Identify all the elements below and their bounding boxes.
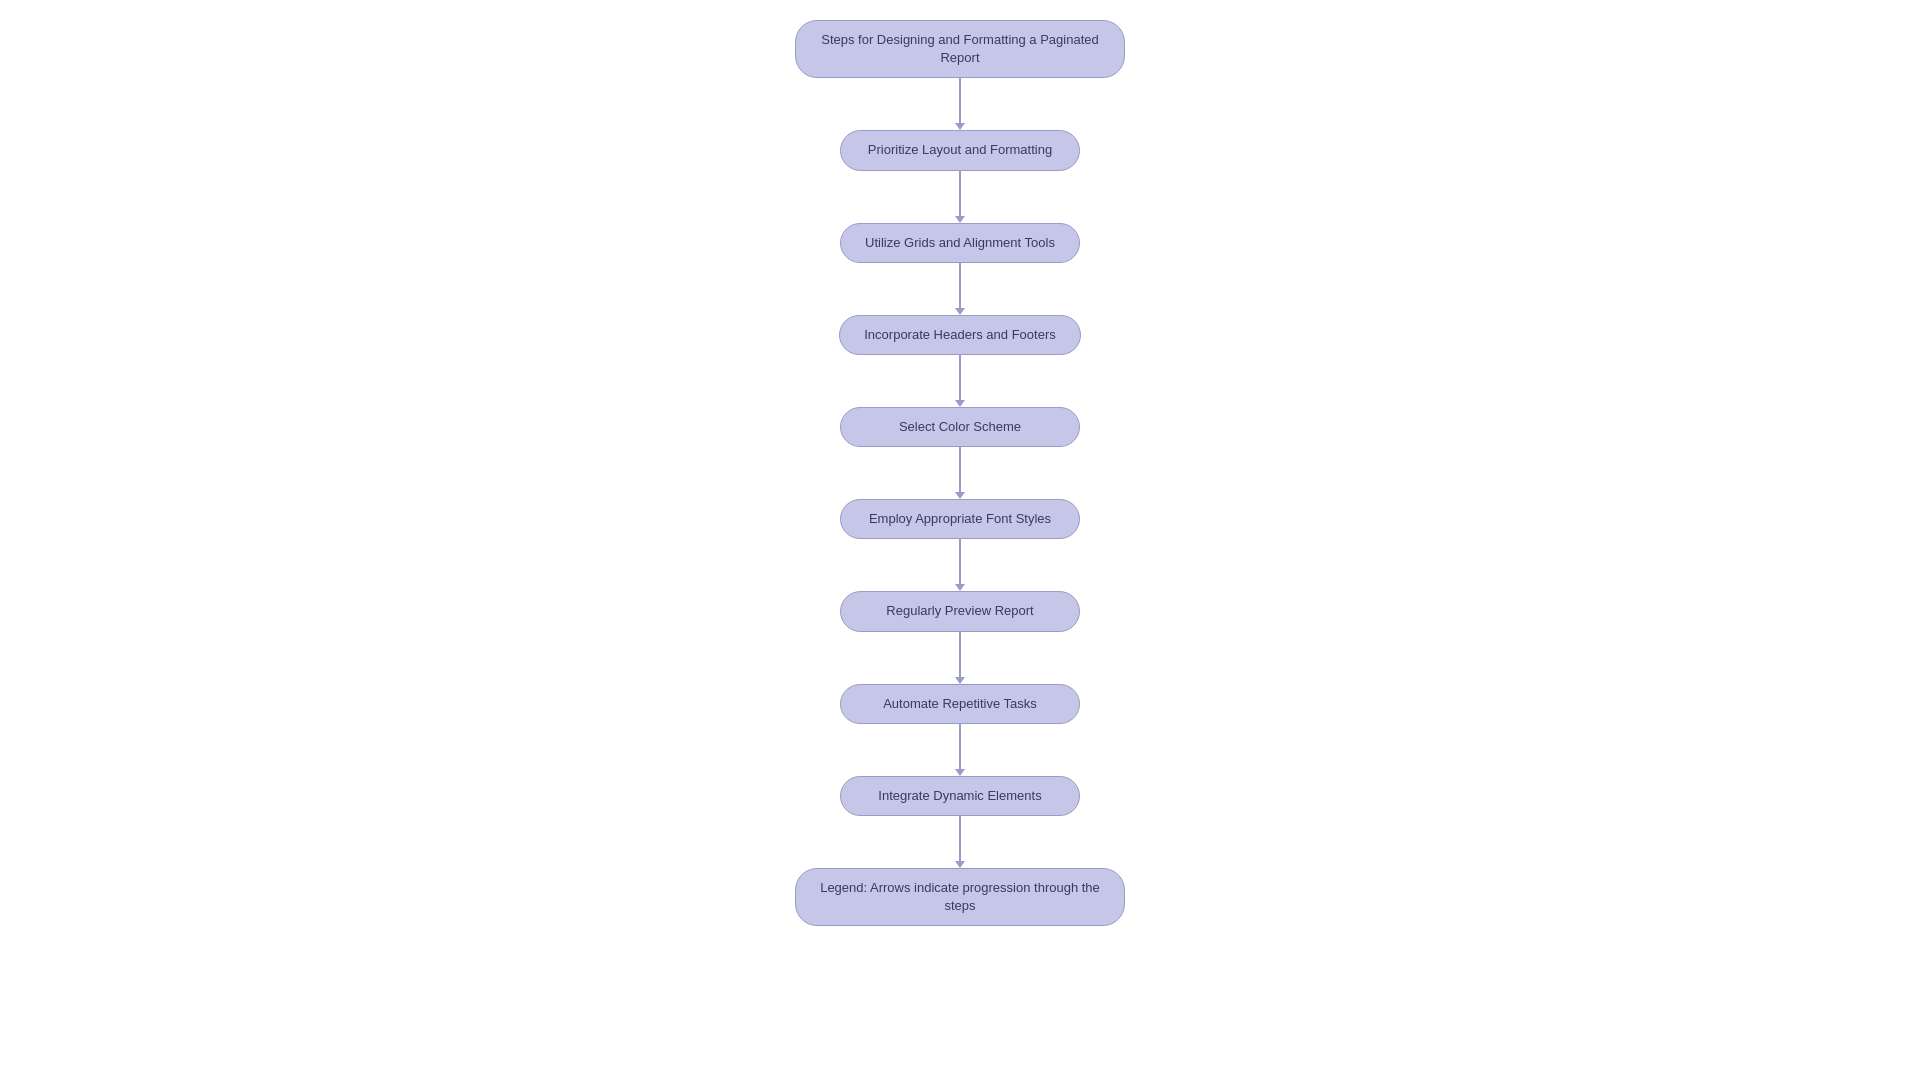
arrow-5 bbox=[955, 447, 965, 499]
node-step2-label: Utilize Grids and Alignment Tools bbox=[865, 235, 1055, 250]
node-step3: Incorporate Headers and Footers bbox=[839, 315, 1081, 355]
node-start-label: Steps for Designing and Formatting a Pag… bbox=[821, 32, 1099, 65]
node-step5: Employ Appropriate Font Styles bbox=[840, 499, 1080, 539]
node-legend-label: Legend: Arrows indicate progression thro… bbox=[820, 880, 1100, 913]
node-step3-label: Incorporate Headers and Footers bbox=[864, 327, 1056, 342]
node-step1: Prioritize Layout and Formatting bbox=[840, 130, 1080, 170]
node-step7-label: Automate Repetitive Tasks bbox=[883, 696, 1037, 711]
node-step5-label: Employ Appropriate Font Styles bbox=[869, 511, 1051, 526]
arrow-head-7 bbox=[955, 677, 965, 684]
arrow-line-5 bbox=[959, 447, 961, 492]
node-step6-label: Regularly Preview Report bbox=[886, 603, 1033, 618]
arrow-head-8 bbox=[955, 769, 965, 776]
node-step7: Automate Repetitive Tasks bbox=[840, 684, 1080, 724]
arrow-head-6 bbox=[955, 584, 965, 591]
arrow-3 bbox=[955, 263, 965, 315]
arrow-line-9 bbox=[959, 816, 961, 861]
arrow-head-9 bbox=[955, 861, 965, 868]
arrow-line-1 bbox=[959, 78, 961, 123]
arrow-4 bbox=[955, 355, 965, 407]
node-step4: Select Color Scheme bbox=[840, 407, 1080, 447]
node-start: Steps for Designing and Formatting a Pag… bbox=[795, 20, 1125, 78]
arrow-8 bbox=[955, 724, 965, 776]
node-step8-label: Integrate Dynamic Elements bbox=[878, 788, 1041, 803]
arrow-head-2 bbox=[955, 216, 965, 223]
arrow-line-3 bbox=[959, 263, 961, 308]
arrow-head-3 bbox=[955, 308, 965, 315]
node-step6: Regularly Preview Report bbox=[840, 591, 1080, 631]
arrow-line-2 bbox=[959, 171, 961, 216]
node-legend: Legend: Arrows indicate progression thro… bbox=[795, 868, 1125, 926]
arrow-1 bbox=[955, 78, 965, 130]
arrow-head-1 bbox=[955, 123, 965, 130]
arrow-line-7 bbox=[959, 632, 961, 677]
arrow-head-4 bbox=[955, 400, 965, 407]
arrow-7 bbox=[955, 632, 965, 684]
arrow-6 bbox=[955, 539, 965, 591]
node-step2: Utilize Grids and Alignment Tools bbox=[840, 223, 1080, 263]
arrow-head-5 bbox=[955, 492, 965, 499]
node-step4-label: Select Color Scheme bbox=[899, 419, 1021, 434]
arrow-line-6 bbox=[959, 539, 961, 584]
arrow-9 bbox=[955, 816, 965, 868]
node-step1-label: Prioritize Layout and Formatting bbox=[868, 142, 1052, 157]
flowchart: Steps for Designing and Formatting a Pag… bbox=[760, 10, 1160, 936]
arrow-line-8 bbox=[959, 724, 961, 769]
arrow-line-4 bbox=[959, 355, 961, 400]
node-step8: Integrate Dynamic Elements bbox=[840, 776, 1080, 816]
arrow-2 bbox=[955, 171, 965, 223]
